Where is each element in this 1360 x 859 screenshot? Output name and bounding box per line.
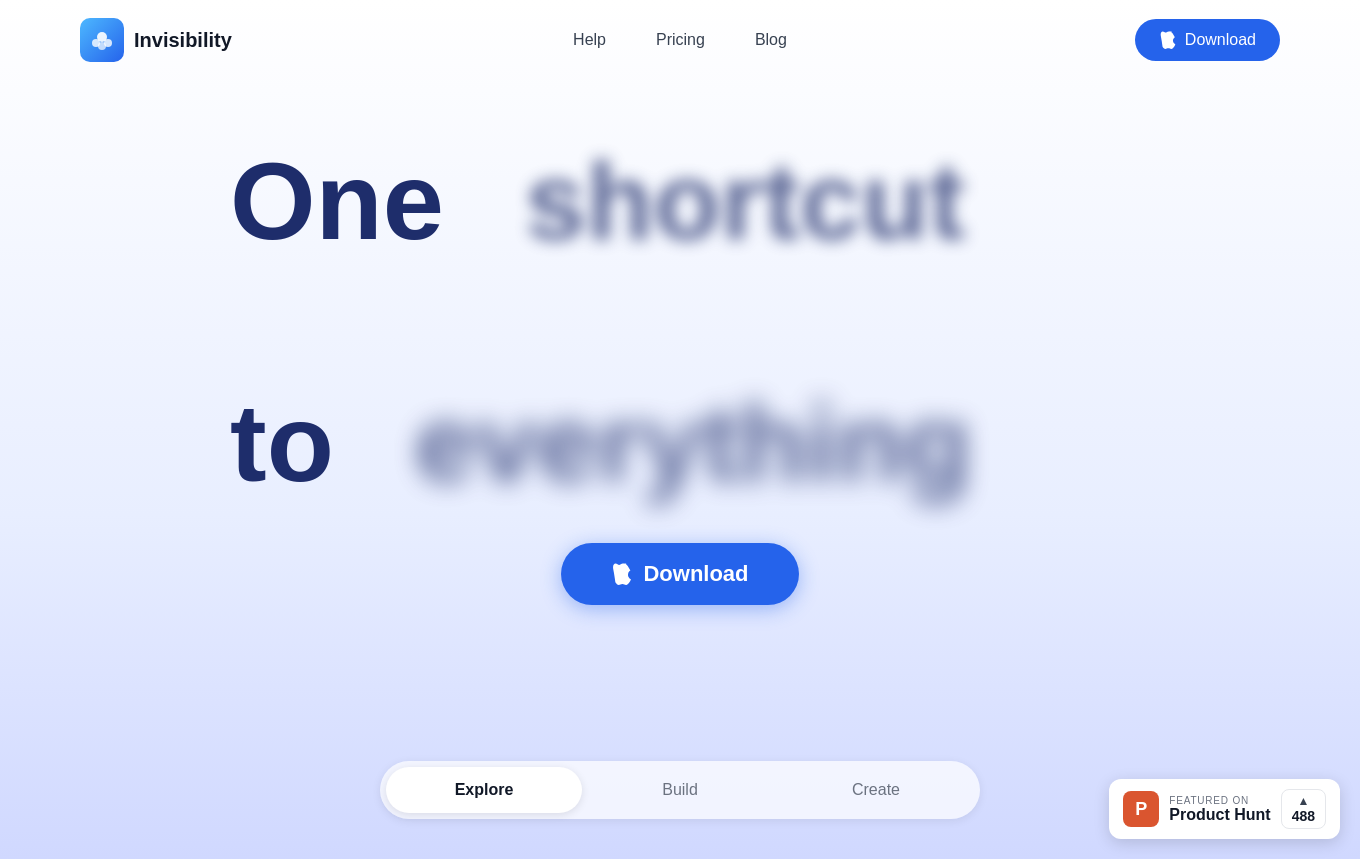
hero-download-label: Download bbox=[643, 561, 748, 587]
nav-help[interactable]: Help bbox=[573, 31, 606, 49]
hero-title: One shortcut to everything bbox=[230, 140, 1130, 503]
nav-download-label: Download bbox=[1185, 31, 1256, 49]
apple-icon bbox=[1159, 31, 1177, 49]
hero-line2-blurred: everything bbox=[415, 382, 971, 503]
navbar: Invisibility Help Pricing Blog Download bbox=[0, 0, 1360, 80]
logo-text: Invisibility bbox=[134, 29, 232, 52]
product-hunt-badge[interactable]: P FEATURED ON Product Hunt ▲ 488 bbox=[1109, 779, 1340, 839]
ph-logo-letter: P bbox=[1135, 799, 1147, 820]
hero-section: One shortcut to everything Download bbox=[0, 80, 1360, 605]
ph-text: FEATURED ON Product Hunt bbox=[1169, 795, 1270, 824]
product-hunt-logo: P bbox=[1123, 791, 1159, 827]
hero-line1-clear: One bbox=[230, 140, 444, 261]
tab-build[interactable]: Build bbox=[582, 767, 778, 813]
tabs: Explore Build Create bbox=[380, 761, 980, 819]
tab-create[interactable]: Create bbox=[778, 767, 974, 813]
nav-download-button[interactable]: Download bbox=[1135, 19, 1280, 61]
hero-line2-clear: to bbox=[230, 382, 334, 503]
ph-featured-label: FEATURED ON bbox=[1169, 795, 1270, 806]
nav-pricing[interactable]: Pricing bbox=[656, 31, 705, 49]
ph-vote-count: 488 bbox=[1292, 808, 1315, 824]
nav-links: Help Pricing Blog bbox=[573, 31, 787, 49]
svg-point-3 bbox=[98, 42, 106, 50]
ph-name: Product Hunt bbox=[1169, 806, 1270, 824]
hero-apple-icon bbox=[611, 563, 633, 585]
nav-blog[interactable]: Blog bbox=[755, 31, 787, 49]
ph-arrow-icon: ▲ bbox=[1297, 794, 1309, 808]
tab-explore[interactable]: Explore bbox=[386, 767, 582, 813]
hero-cta: Download bbox=[561, 543, 798, 605]
hero-line1-blurred: shortcut bbox=[525, 140, 965, 261]
hero-download-button[interactable]: Download bbox=[561, 543, 798, 605]
logo-icon bbox=[80, 18, 124, 62]
ph-votes-container: ▲ 488 bbox=[1281, 789, 1326, 829]
logo[interactable]: Invisibility bbox=[80, 18, 232, 62]
tabs-container: Explore Build Create bbox=[380, 761, 980, 819]
